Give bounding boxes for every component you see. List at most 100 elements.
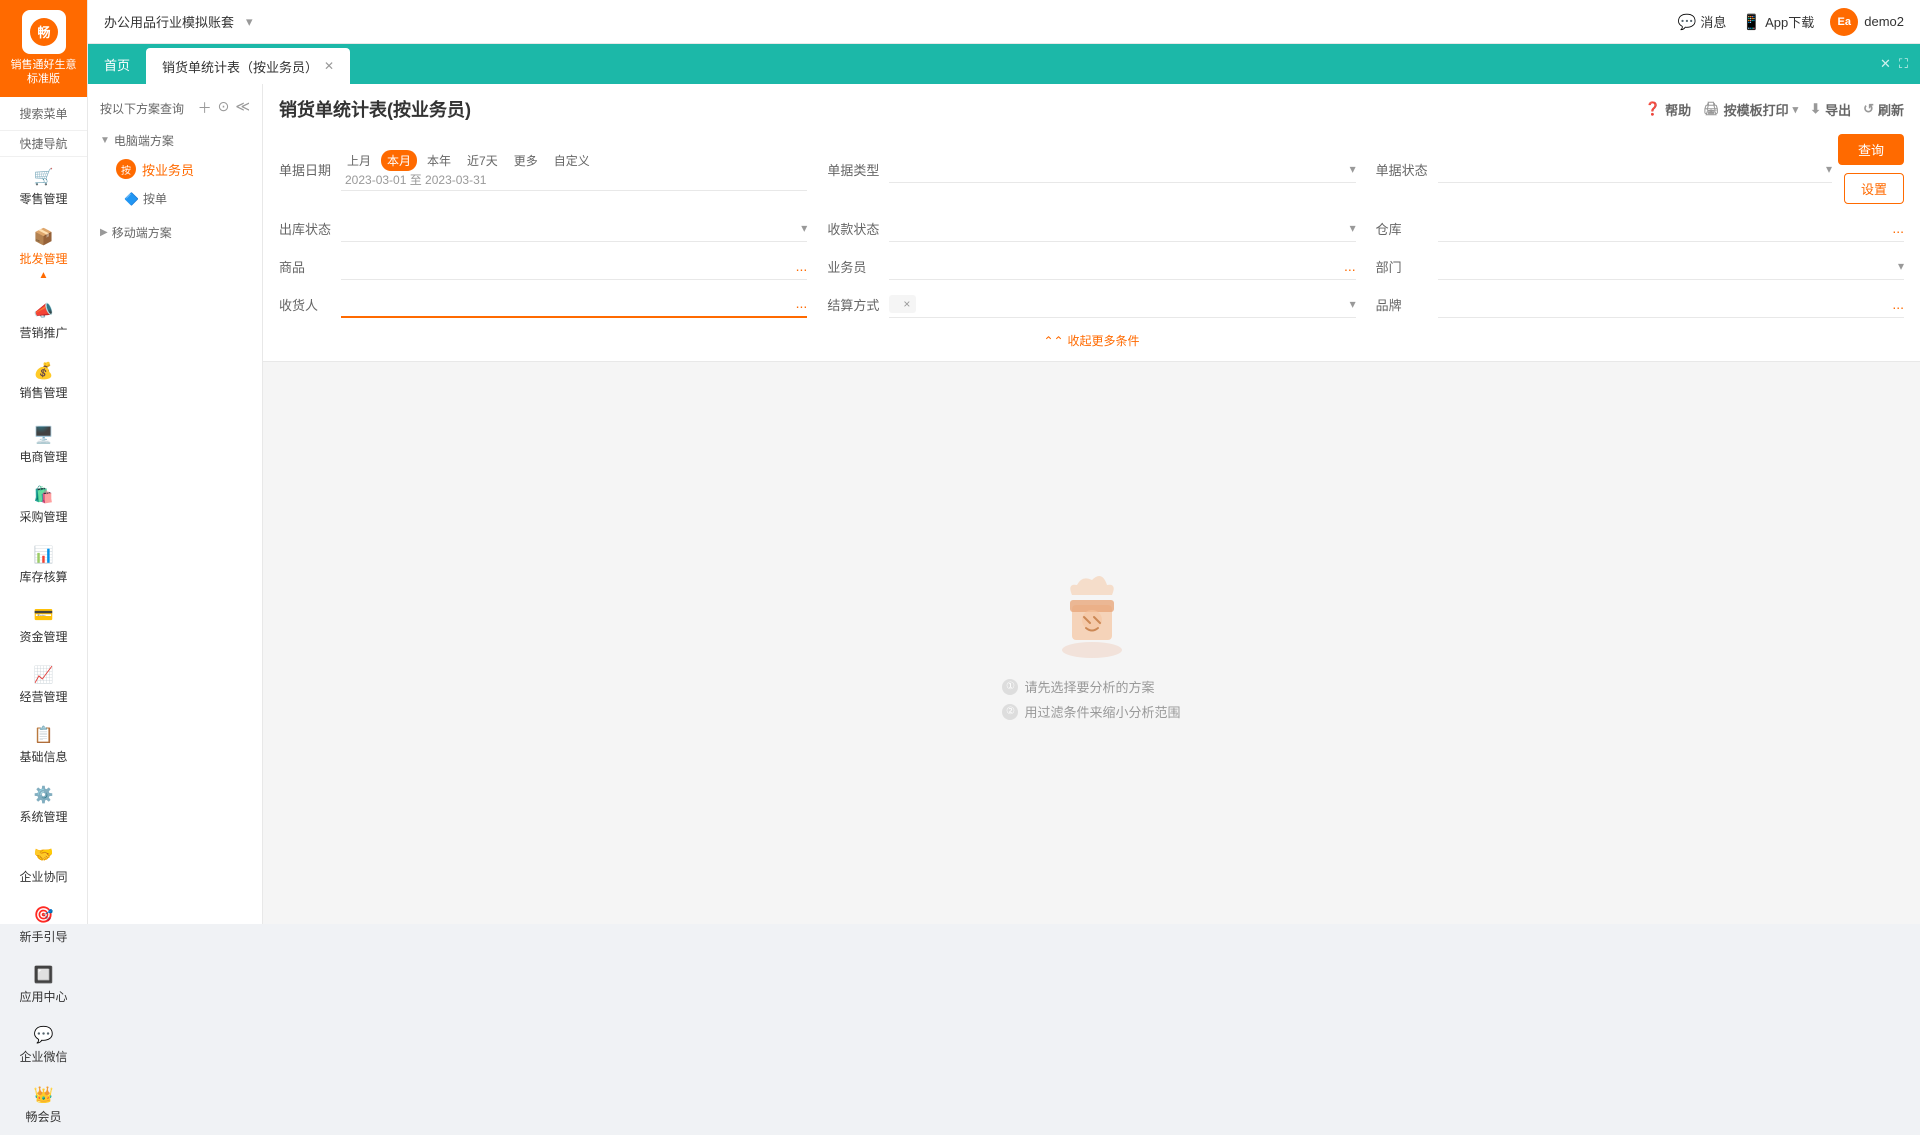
- sidebar-item-finance-label: 资金管理: [19, 628, 67, 645]
- chevron-down-icon: ▼: [100, 135, 110, 146]
- collapse-button[interactable]: ⌃⌃ 收起更多条件: [279, 332, 1904, 349]
- goods-dots-icon[interactable]: ...: [796, 258, 808, 274]
- desktop-scheme-header[interactable]: ▼ 电脑端方案: [88, 128, 262, 153]
- payment-arrow-icon: ▾: [1350, 221, 1356, 235]
- mobile-scheme-header[interactable]: ▶ 移动端方案: [88, 220, 262, 245]
- message-icon: 💬: [1678, 13, 1697, 31]
- appstore-icon: 🔲: [34, 965, 54, 985]
- dept-select[interactable]: ▾: [1438, 252, 1904, 280]
- brand-field: 品牌 ...: [1376, 290, 1904, 318]
- refresh-label: 刷新: [1878, 100, 1904, 119]
- staff-dots-icon[interactable]: ...: [1344, 258, 1356, 274]
- settlement-clear-icon[interactable]: ×: [903, 297, 910, 311]
- query-btn-area: 查询 设置: [1838, 134, 1904, 204]
- tab-home[interactable]: 首页: [88, 44, 146, 84]
- retail-icon: 🛒: [34, 167, 54, 187]
- help-button[interactable]: ❓ 帮助: [1645, 100, 1691, 119]
- sidebar-item-member[interactable]: 👑 畅会员: [0, 1075, 87, 1135]
- goods-label: 商品: [279, 257, 335, 276]
- sidebar-item-newbie[interactable]: 🎯 新手引导: [0, 895, 87, 955]
- brand-input[interactable]: ...: [1438, 290, 1904, 318]
- quick-nav[interactable]: 快捷导航: [0, 131, 87, 157]
- sidebar-item-basic[interactable]: 📋 基础信息: [0, 715, 87, 775]
- doc-status-select[interactable]: ▾: [1438, 155, 1832, 183]
- warehouse-input[interactable]: ...: [1438, 214, 1904, 242]
- user-menu[interactable]: Ea demo2: [1830, 8, 1904, 36]
- collapse-panel-icon[interactable]: ≪: [235, 98, 250, 118]
- consignee-dots-icon[interactable]: ...: [796, 295, 808, 311]
- sidebar-item-finance[interactable]: 💳 资金管理: [0, 595, 87, 655]
- refresh-button[interactable]: ↺ 刷新: [1863, 100, 1904, 119]
- sidebar-item-appstore[interactable]: 🔲 应用中心: [0, 955, 87, 1015]
- newbie-icon: 🎯: [34, 905, 54, 925]
- doc-type-select[interactable]: ▾: [889, 155, 1355, 183]
- left-panel-header: 按以下方案查询 ＋ ⊙ ≪: [88, 92, 262, 124]
- sidebar-item-retail[interactable]: 🛒 零售管理: [0, 157, 87, 217]
- staff-input[interactable]: ...: [889, 252, 1355, 280]
- topbar-dropdown-icon[interactable]: ▾: [246, 14, 253, 30]
- sidebar-item-operations[interactable]: 📈 经营管理: [0, 655, 87, 715]
- settings-button[interactable]: 设置: [1844, 173, 1904, 204]
- export-button[interactable]: ⬇ 导出: [1810, 100, 1851, 119]
- print-button[interactable]: 🖨 按模板打印 ▾: [1703, 100, 1798, 119]
- settings-scheme-icon[interactable]: ⊙: [218, 98, 230, 118]
- print-icon: 🖨: [1703, 101, 1720, 117]
- date-tab-custom[interactable]: 自定义: [548, 150, 596, 171]
- warehouse-dots-icon[interactable]: ...: [1892, 220, 1904, 236]
- date-filter-input[interactable]: 上月 本月 本年 近7天 更多 自定义 2023-03-01 至 2023-03…: [341, 148, 807, 191]
- main-area: 办公用品行业模拟账套 ▾ 💬 消息 📱 App下载 Ea demo2 首页: [88, 0, 1920, 924]
- date-tab-7days[interactable]: 近7天: [461, 150, 504, 171]
- message-button[interactable]: 💬 消息: [1678, 12, 1727, 31]
- goods-input[interactable]: ...: [341, 252, 807, 280]
- brand-label: 品牌: [1376, 295, 1432, 314]
- sidebar-logo[interactable]: 畅 销售通好生意 标准版: [0, 0, 87, 97]
- staff-field: 业务员 ...: [827, 252, 1355, 280]
- refresh-icon: ↺: [1863, 101, 1874, 117]
- sidebar-item-sales[interactable]: 💰 销售管理: [0, 351, 87, 411]
- quick-nav-label: 快捷导航: [0, 135, 87, 152]
- outbound-select[interactable]: ▾: [341, 214, 807, 242]
- sidebar-item-stock[interactable]: 📊 库存核算: [0, 535, 87, 595]
- empty-tip-2: ② 用过滤条件来缩小分析范围: [1002, 702, 1180, 721]
- brand-dots-icon[interactable]: ...: [1892, 296, 1904, 312]
- search-menu[interactable]: 搜索菜单: [0, 97, 87, 131]
- scheme-by-order[interactable]: 🔷 按单: [88, 185, 262, 212]
- warehouse-label: 仓库: [1376, 219, 1432, 238]
- sidebar-item-cooperation[interactable]: 🤝 企业协同: [0, 835, 87, 895]
- settlement-input[interactable]: × ▾: [889, 290, 1355, 318]
- date-tab-thismonth[interactable]: 本月: [381, 150, 417, 171]
- doc-status-field: 单据状态 ▾: [1376, 155, 1832, 183]
- sidebar-item-wechat[interactable]: 💬 企业微信: [0, 1015, 87, 1075]
- tab-sales-stats[interactable]: 销货单统计表（按业务员） ✕: [146, 48, 350, 84]
- scheme-by-order-label: 按单: [143, 190, 167, 207]
- sidebar-item-system[interactable]: ⚙️ 系统管理: [0, 775, 87, 835]
- date-tab-thisyear[interactable]: 本年: [421, 150, 457, 171]
- consignee-input[interactable]: ...: [341, 290, 807, 318]
- query-button[interactable]: 查询: [1838, 134, 1904, 165]
- sidebar-item-purchase[interactable]: 🛍️ 采购管理: [0, 475, 87, 535]
- add-scheme-icon[interactable]: ＋: [198, 98, 212, 118]
- settlement-field: 结算方式 × ▾: [827, 290, 1355, 318]
- sidebar-item-ecommerce[interactable]: 🖥️ 电商管理: [0, 415, 87, 475]
- sidebar-item-system-label: 系统管理: [19, 808, 67, 825]
- collapse-up-icon: ⌃⌃: [1043, 334, 1063, 348]
- collapse-label: 收起更多条件: [1068, 332, 1140, 349]
- help-label: 帮助: [1665, 100, 1691, 119]
- tab-close-icon[interactable]: ✕: [324, 59, 334, 73]
- sidebar-item-marketing[interactable]: 📣 营销推广: [0, 291, 87, 351]
- dept-label: 部门: [1376, 257, 1432, 276]
- scheme-by-staff[interactable]: 按 按业务员: [88, 153, 262, 185]
- minimize-icon[interactable]: ✕: [1880, 56, 1891, 72]
- tip-num-2: ②: [1002, 704, 1018, 720]
- date-tab-more[interactable]: 更多: [508, 150, 544, 171]
- payment-select[interactable]: ▾: [889, 214, 1355, 242]
- maximize-icon[interactable]: ⛶: [1899, 56, 1908, 72]
- sidebar-item-wholesale[interactable]: 📦 批发管理 ▲: [0, 217, 87, 291]
- doc-status-arrow-icon: ▾: [1826, 162, 1832, 176]
- content-area: 按以下方案查询 ＋ ⊙ ≪ ▼ 电脑端方案 按 按业务员 🔷: [88, 84, 1920, 924]
- scheme-by-order-icon: 🔷: [124, 192, 139, 206]
- settlement-arrow-icon: ▾: [1350, 297, 1356, 311]
- date-tab-lastmonth[interactable]: 上月: [341, 150, 377, 171]
- app-download-button[interactable]: 📱 App下载: [1742, 12, 1814, 31]
- search-menu-label: 搜索菜单: [6, 105, 81, 122]
